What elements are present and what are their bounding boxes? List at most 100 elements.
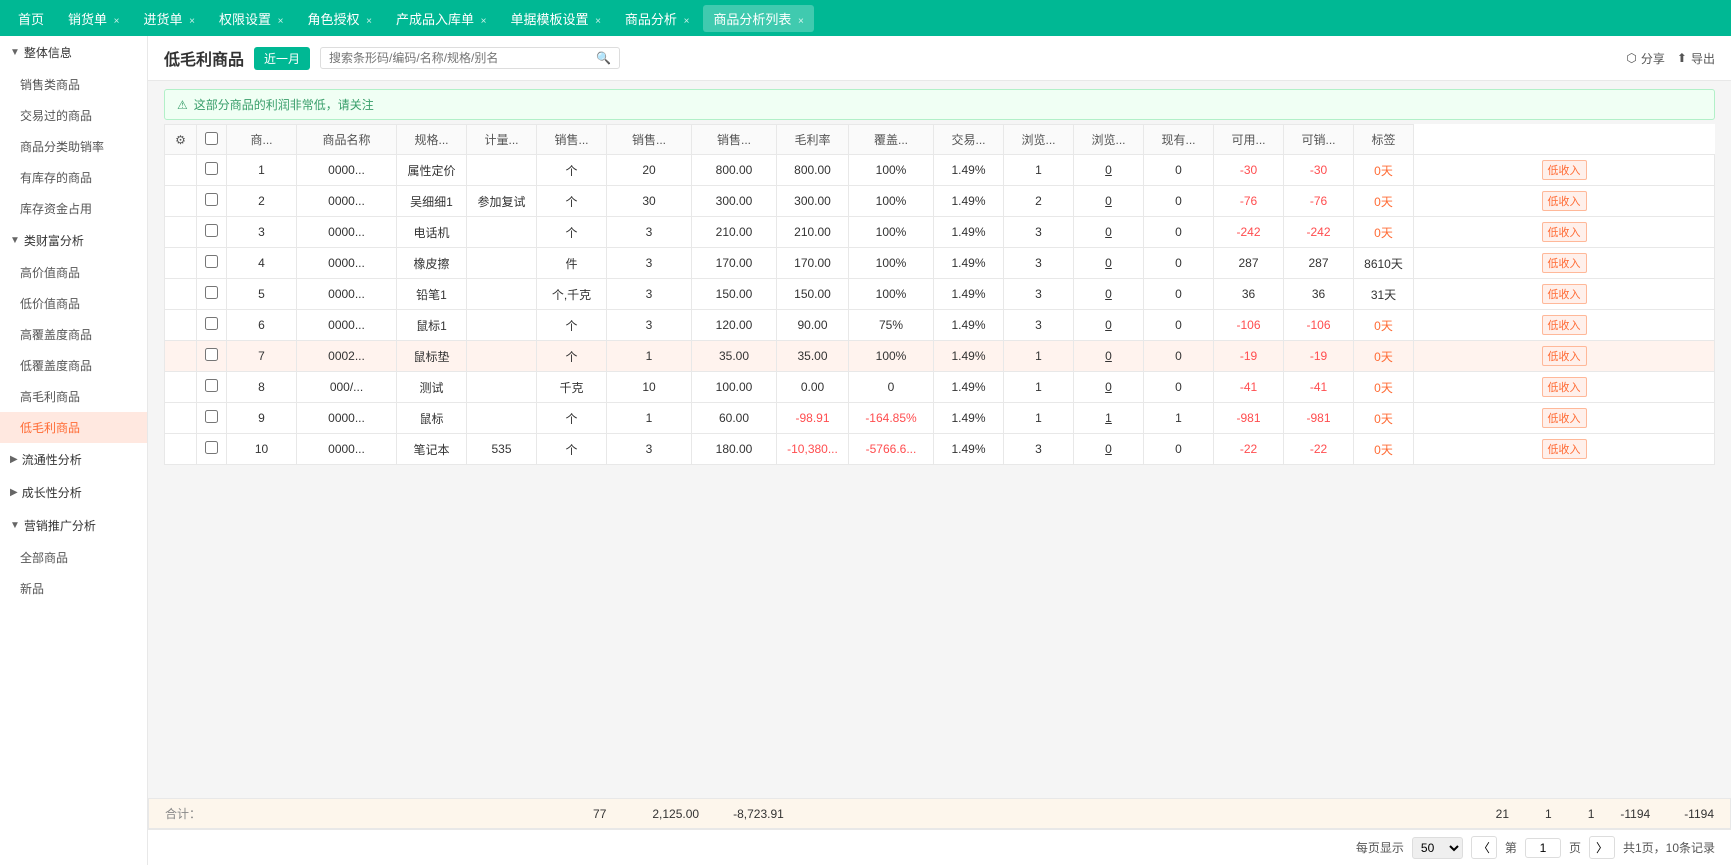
col-gross-margin-header[interactable]: 毛利率	[777, 125, 849, 155]
nav-close-list[interactable]: ×	[798, 16, 804, 27]
nav-close-finished[interactable]: ×	[481, 16, 487, 27]
nav-close-permissions[interactable]: ×	[278, 16, 284, 27]
col-sales-price-header[interactable]: 销售...	[607, 125, 692, 155]
cell-check[interactable]	[197, 155, 227, 186]
next-page-btn[interactable]: 〉	[1589, 836, 1615, 859]
per-page-select[interactable]: 50 100 200	[1412, 837, 1463, 859]
cell-view1[interactable]: 0	[1074, 186, 1144, 217]
cell-check[interactable]	[197, 341, 227, 372]
col-coverage-header[interactable]: 覆盖...	[849, 125, 934, 155]
row-checkbox[interactable]	[205, 162, 218, 175]
sidebar-group-overall[interactable]: ▼ 整体信息	[0, 36, 147, 69]
cell-available-stock: -76	[1284, 186, 1354, 217]
cell-check[interactable]	[197, 279, 227, 310]
col-tag-header[interactable]: 标签	[1354, 125, 1414, 155]
row-checkbox[interactable]	[205, 441, 218, 454]
col-code-header[interactable]: 商...	[227, 125, 297, 155]
nav-analysis-list[interactable]: 商品分析列表 ×	[703, 5, 813, 32]
row-checkbox[interactable]	[205, 286, 218, 299]
row-checkbox[interactable]	[205, 379, 218, 392]
search-icon[interactable]: 🔍	[596, 51, 611, 65]
col-check[interactable]	[197, 125, 227, 155]
row-checkbox[interactable]	[205, 410, 218, 423]
cell-view1[interactable]: 0	[1074, 279, 1144, 310]
row-checkbox[interactable]	[205, 193, 218, 206]
row-checkbox[interactable]	[205, 317, 218, 330]
cell-view1[interactable]: 0	[1074, 310, 1144, 341]
col-spec-header[interactable]: 规格...	[397, 125, 467, 155]
search-box[interactable]: 🔍	[320, 47, 620, 69]
page-input[interactable]	[1525, 838, 1561, 858]
col-current-stock-header[interactable]: 现有...	[1144, 125, 1214, 155]
sidebar-item-sales-goods[interactable]: 销售类商品	[0, 69, 147, 100]
cell-check[interactable]	[197, 372, 227, 403]
search-input[interactable]	[329, 51, 596, 65]
sidebar-item-low-coverage[interactable]: 低覆盖度商品	[0, 350, 147, 381]
cell-check[interactable]	[197, 248, 227, 279]
sidebar-item-all-goods[interactable]: 全部商品	[0, 542, 147, 573]
cell-view1[interactable]: 0	[1074, 372, 1144, 403]
cell-unit: 个	[537, 403, 607, 434]
cell-view1[interactable]: 1	[1074, 403, 1144, 434]
col-saleable-days-header[interactable]: 可销...	[1284, 125, 1354, 155]
nav-finished-goods[interactable]: 产成品入库单 ×	[386, 5, 496, 32]
cell-no: 3	[227, 217, 297, 248]
export-button[interactable]: ⬆ 导出	[1677, 50, 1715, 67]
col-view1-header[interactable]: 浏览...	[1004, 125, 1074, 155]
sidebar-item-low-value[interactable]: 低价值商品	[0, 288, 147, 319]
row-checkbox[interactable]	[205, 255, 218, 268]
nav-sales[interactable]: 销货单 ×	[58, 5, 129, 32]
nav-close-sales[interactable]: ×	[114, 16, 120, 27]
sidebar-item-high-coverage[interactable]: 高覆盖度商品	[0, 319, 147, 350]
sidebar-item-stock-capital[interactable]: 库存资金占用	[0, 193, 147, 224]
cell-check[interactable]	[197, 403, 227, 434]
col-unit-header[interactable]: 计量...	[467, 125, 537, 155]
row-checkbox[interactable]	[205, 224, 218, 237]
sidebar-group-marketing[interactable]: ▼ 营销推广分析	[0, 509, 147, 542]
sidebar-item-high-value[interactable]: 高价值商品	[0, 257, 147, 288]
nav-close-analysis[interactable]: ×	[684, 16, 690, 27]
nav-permissions[interactable]: 权限设置 ×	[209, 5, 293, 32]
nav-product-analysis[interactable]: 商品分析 ×	[615, 5, 699, 32]
nav-purchase[interactable]: 进货单 ×	[134, 5, 205, 32]
sidebar-item-new-goods[interactable]: 新品	[0, 573, 147, 604]
cell-view1[interactable]: 0	[1074, 217, 1144, 248]
sidebar-item-low-margin[interactable]: 低毛利商品	[0, 412, 147, 443]
cell-view1[interactable]: 0	[1074, 155, 1144, 186]
table-container[interactable]: ⚙ 商... 商品名称 规格... 计量... 销售... 销售... 销售..…	[164, 124, 1715, 798]
cell-view1[interactable]: 0	[1074, 341, 1144, 372]
cell-check[interactable]	[197, 434, 227, 465]
prev-page-btn[interactable]: 〈	[1471, 836, 1497, 859]
select-all-checkbox[interactable]	[205, 132, 218, 145]
sidebar-group-growth[interactable]: ▶ 成长性分析	[0, 476, 147, 509]
col-available-stock-header[interactable]: 可用...	[1214, 125, 1284, 155]
sidebar-group-liquidity[interactable]: ▶ 流通性分析	[0, 443, 147, 476]
col-sales-qty-header[interactable]: 销售...	[537, 125, 607, 155]
nav-close-purchase[interactable]: ×	[189, 16, 195, 27]
sidebar-item-category-rate[interactable]: 商品分类助销率	[0, 131, 147, 162]
share-button[interactable]: ⬡ 分享	[1626, 50, 1665, 67]
nav-template[interactable]: 单据模板设置 ×	[500, 5, 610, 32]
col-settings[interactable]: ⚙	[165, 125, 197, 155]
row-checkbox[interactable]	[205, 348, 218, 361]
nav-home[interactable]: 首页	[8, 5, 54, 32]
sidebar-item-traded-goods[interactable]: 交易过的商品	[0, 100, 147, 131]
nav-roles[interactable]: 角色授权 ×	[297, 5, 381, 32]
cell-check[interactable]	[197, 217, 227, 248]
filter-recent-month[interactable]: 近一月	[254, 47, 310, 70]
sidebar-group-wealth[interactable]: ▼ 类财富分析	[0, 224, 147, 257]
cell-check[interactable]	[197, 310, 227, 341]
nav-close-roles[interactable]: ×	[366, 16, 372, 27]
sidebar-item-stock-goods[interactable]: 有库存的商品	[0, 162, 147, 193]
col-name-header[interactable]: 商品名称	[297, 125, 397, 155]
col-view2-header[interactable]: 浏览...	[1074, 125, 1144, 155]
sidebar-item-high-margin[interactable]: 高毛利商品	[0, 381, 147, 412]
cell-view1[interactable]: 0	[1074, 248, 1144, 279]
main-layout: ▼ 整体信息 销售类商品 交易过的商品 商品分类助销率 有库存的商品 库存资金占…	[0, 36, 1731, 865]
col-trade-header[interactable]: 交易...	[934, 125, 1004, 155]
nav-close-template[interactable]: ×	[595, 16, 601, 27]
cell-check[interactable]	[197, 186, 227, 217]
col-sales-profit-header[interactable]: 销售...	[692, 125, 777, 155]
cell-view1[interactable]: 0	[1074, 434, 1144, 465]
cell-settings	[165, 372, 197, 403]
